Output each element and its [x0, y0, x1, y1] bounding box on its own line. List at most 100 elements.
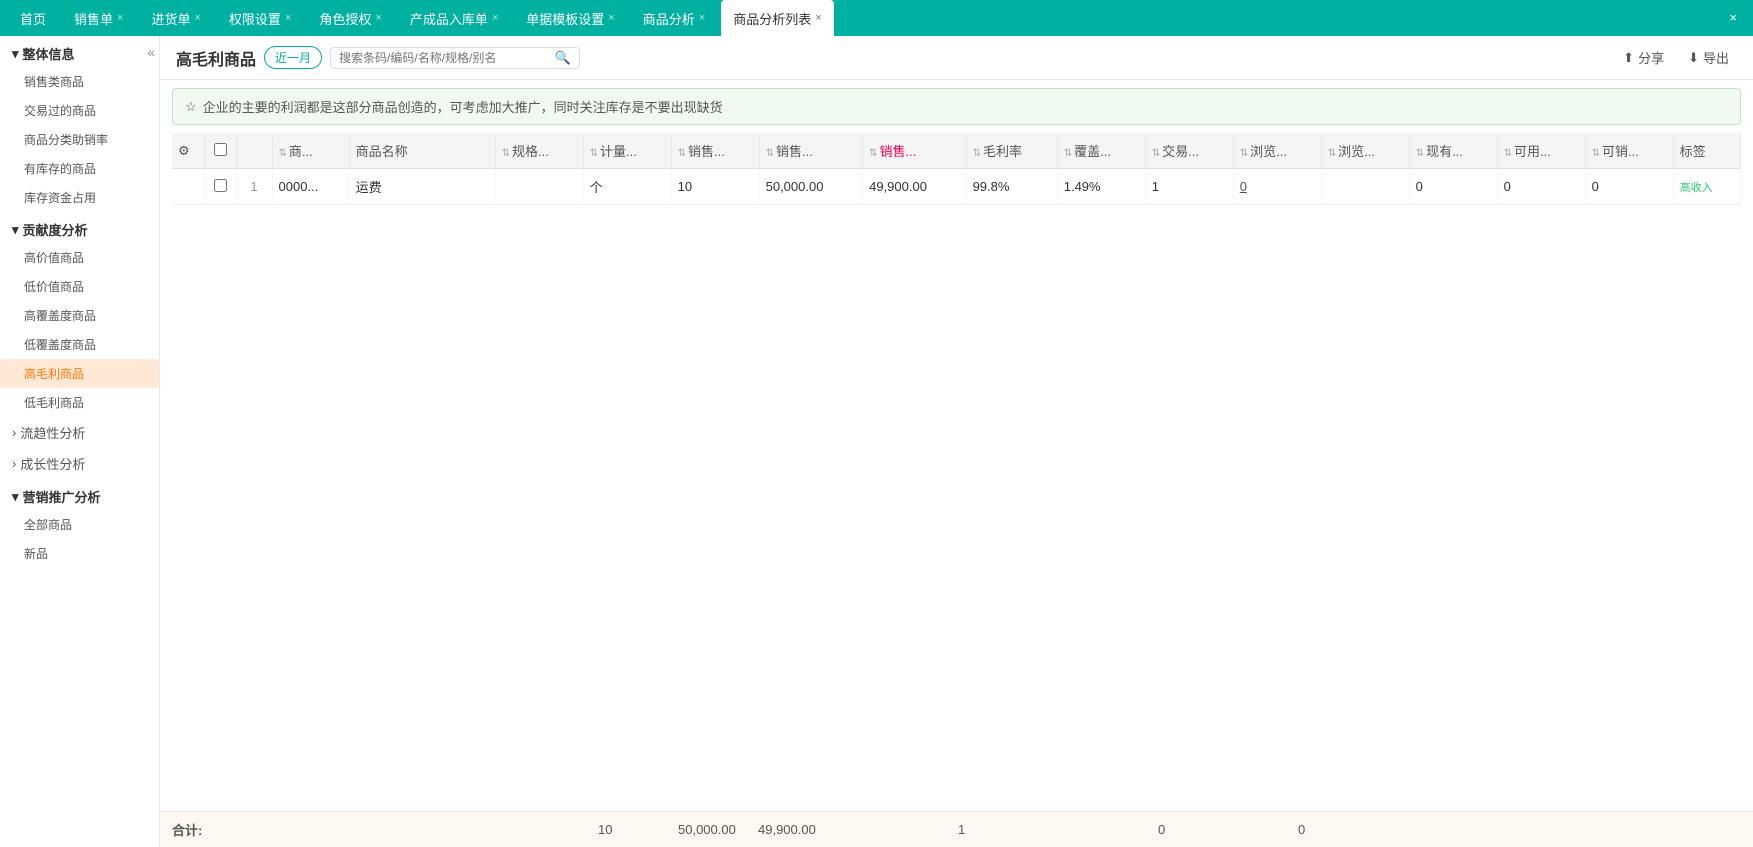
chevron-right-icon-2: › [12, 456, 16, 471]
sidebar-group-marketing[interactable]: ▾ 营销推广分析 [0, 479, 159, 510]
close-roles-tab[interactable]: × [375, 12, 381, 24]
nav-tab-product-analysis[interactable]: 商品分析 × [631, 0, 717, 36]
close-permissions-tab[interactable]: × [285, 12, 291, 24]
col-browse2[interactable]: ⇅浏览... [1321, 133, 1409, 169]
export-icon: ⬇ [1688, 50, 1699, 66]
sidebar-item-in-stock-goods[interactable]: 有库存的商品 [0, 154, 159, 183]
sidebar-item-high-value[interactable]: 高价值商品 [0, 243, 159, 272]
cell-settings [172, 169, 204, 205]
close-purchase-tab[interactable]: × [194, 12, 200, 24]
info-icon: ☆ [185, 99, 197, 115]
chevron-down-icon-2: ▾ [12, 222, 19, 238]
sidebar-group-contribution[interactable]: ▾ 贡献度分析 [0, 212, 159, 243]
footer-sales-amount: 50,000.00 [672, 822, 752, 837]
cell-checkbox[interactable] [204, 169, 236, 205]
sidebar-item-low-coverage[interactable]: 低覆盖度商品 [0, 330, 159, 359]
select-all-checkbox[interactable] [214, 143, 227, 156]
page-title: 高毛利商品 [176, 46, 256, 70]
sidebar-item-all-goods[interactable]: 全部商品 [0, 510, 159, 539]
cell-transactions: 1 [1145, 169, 1233, 205]
footer-sales-profit: 49,900.00 [752, 822, 832, 837]
main-layout: « ▾ 整体信息 销售类商品 交易过的商品 商品分类助销率 有库存的商品 库存资… [0, 36, 1753, 847]
col-checkbox[interactable] [204, 133, 236, 169]
col-sales-qty[interactable]: ⇅销售... [671, 133, 759, 169]
footer-cells: 10 50,000.00 49,900.00 1 0 0 [252, 822, 1741, 837]
nav-tab-sales[interactable]: 销售单 × [62, 0, 135, 36]
col-sales-profit[interactable]: ⇅销售... [863, 133, 966, 169]
col-settings[interactable]: ⚙ [172, 133, 204, 169]
nav-tab-template[interactable]: 单据模板设置 × [514, 0, 626, 36]
col-stock-current[interactable]: ⇅现有... [1409, 133, 1497, 169]
nav-tab-home[interactable]: 首页 [8, 0, 58, 36]
col-sales-amount[interactable]: ⇅销售... [759, 133, 862, 169]
cell-stock-saleable: 0 [1585, 169, 1673, 205]
close-sales-tab[interactable]: × [117, 12, 123, 24]
col-gross-rate[interactable]: ⇅毛利率 [966, 133, 1057, 169]
col-browse1[interactable]: ⇅浏览... [1233, 133, 1321, 169]
sidebar-item-traded-goods[interactable]: 交易过的商品 [0, 96, 159, 125]
col-spec[interactable]: ⇅规格... [495, 133, 583, 169]
col-code[interactable]: ⇅商... [272, 133, 349, 169]
export-button[interactable]: ⬇ 导出 [1680, 44, 1737, 71]
sidebar-item-low-margin[interactable]: 低毛利商品 [0, 388, 159, 417]
col-stock-saleable[interactable]: ⇅可销... [1585, 133, 1673, 169]
chevron-down-icon-3: ▾ [12, 489, 19, 505]
sidebar-item-sales-goods[interactable]: 销售类商品 [0, 67, 159, 96]
col-unit[interactable]: ⇅计量... [583, 133, 671, 169]
close-inbound-tab[interactable]: × [492, 12, 498, 24]
sidebar-item-category-rate[interactable]: 商品分类助销率 [0, 125, 159, 154]
close-template-tab[interactable]: × [608, 12, 614, 24]
sidebar-item-high-coverage[interactable]: 高覆盖度商品 [0, 301, 159, 330]
sidebar-group-overall[interactable]: ▾ 整体信息 [0, 36, 159, 67]
row-checkbox[interactable] [214, 179, 227, 192]
top-nav: 首页 销售单 × 进货单 × 权限设置 × 角色授权 × 产成品入库单 × 单据… [0, 0, 1753, 36]
footer-spacer6 [1032, 822, 1092, 837]
cell-browse1[interactable]: 0 [1233, 169, 1321, 205]
sidebar-group-growth[interactable]: › 成长性分析 [0, 448, 159, 479]
footer-spacer4 [832, 822, 892, 837]
sidebar-item-new-goods[interactable]: 新品 [0, 539, 159, 568]
table-row: 1 0000... 运费 个 10 50,000.00 49,900.00 99… [172, 169, 1741, 205]
sidebar-item-high-margin[interactable]: 高毛利商品 [0, 359, 159, 388]
search-input[interactable] [339, 51, 551, 65]
footer-spacer2 [452, 822, 532, 837]
filter-recent-month-button[interactable]: 近一月 [264, 46, 322, 69]
footer-spacer3 [532, 822, 592, 837]
sidebar-item-low-value[interactable]: 低价值商品 [0, 272, 159, 301]
nav-tab-purchase[interactable]: 进货单 × [139, 0, 212, 36]
sidebar-group-trend[interactable]: › 流趋性分析 [0, 417, 159, 448]
search-box: 🔍 [330, 47, 580, 69]
nav-tab-roles[interactable]: 角色授权 × [307, 0, 393, 36]
col-stock-available[interactable]: ⇅可用... [1497, 133, 1585, 169]
chevron-down-icon: ▾ [12, 46, 19, 62]
content-area: 高毛利商品 近一月 🔍 ⬆ 分享 ⬇ 导出 ☆ 企业的主要的利润都是这部分商品创… [160, 36, 1753, 847]
nav-tab-inbound[interactable]: 产成品入库单 × [398, 0, 510, 36]
nav-tab-permissions[interactable]: 权限设置 × [217, 0, 303, 36]
col-num [236, 133, 272, 169]
share-button[interactable]: ⬆ 分享 [1615, 44, 1672, 71]
info-text: 企业的主要的利润都是这部分商品创造的，可考虑加大推广，同时关注库存是不要出现缺货 [203, 97, 723, 116]
cell-coverage: 1.49% [1057, 169, 1145, 205]
col-coverage[interactable]: ⇅覆盖... [1057, 133, 1145, 169]
footer-stock-saleable: 0 [1292, 822, 1372, 837]
sidebar-collapse-button[interactable]: « [147, 44, 155, 60]
cell-name: 运费 [349, 169, 495, 205]
table-footer: 合计: 10 50,000.00 49,900.00 1 0 0 [160, 811, 1753, 847]
close-all-button[interactable]: × [1721, 9, 1745, 27]
cell-browse2 [1321, 169, 1409, 205]
footer-label: 合计: [172, 820, 252, 839]
nav-tab-product-analysis-list[interactable]: 商品分析列表 × [721, 0, 833, 36]
footer-spacer8 [1232, 822, 1292, 837]
col-transactions[interactable]: ⇅交易... [1145, 133, 1233, 169]
close-product-analysis-tab[interactable]: × [699, 12, 705, 24]
search-icon[interactable]: 🔍 [555, 50, 571, 66]
close-product-analysis-list-tab[interactable]: × [815, 12, 821, 24]
table-container[interactable]: ⚙ ⇅商... 商品名称 ⇅规格... ⇅计量... ⇅销售... ⇅销售...… [160, 133, 1753, 811]
cell-sales-amount: 50,000.00 [759, 169, 862, 205]
cell-sales-qty: 10 [671, 169, 759, 205]
footer-stock-current: 0 [1152, 822, 1232, 837]
footer-sales-qty: 10 [592, 822, 672, 837]
cell-gross-rate: 99.8% [966, 169, 1057, 205]
cell-spec [495, 169, 583, 205]
sidebar-item-stock-capital[interactable]: 库存资金占用 [0, 183, 159, 212]
